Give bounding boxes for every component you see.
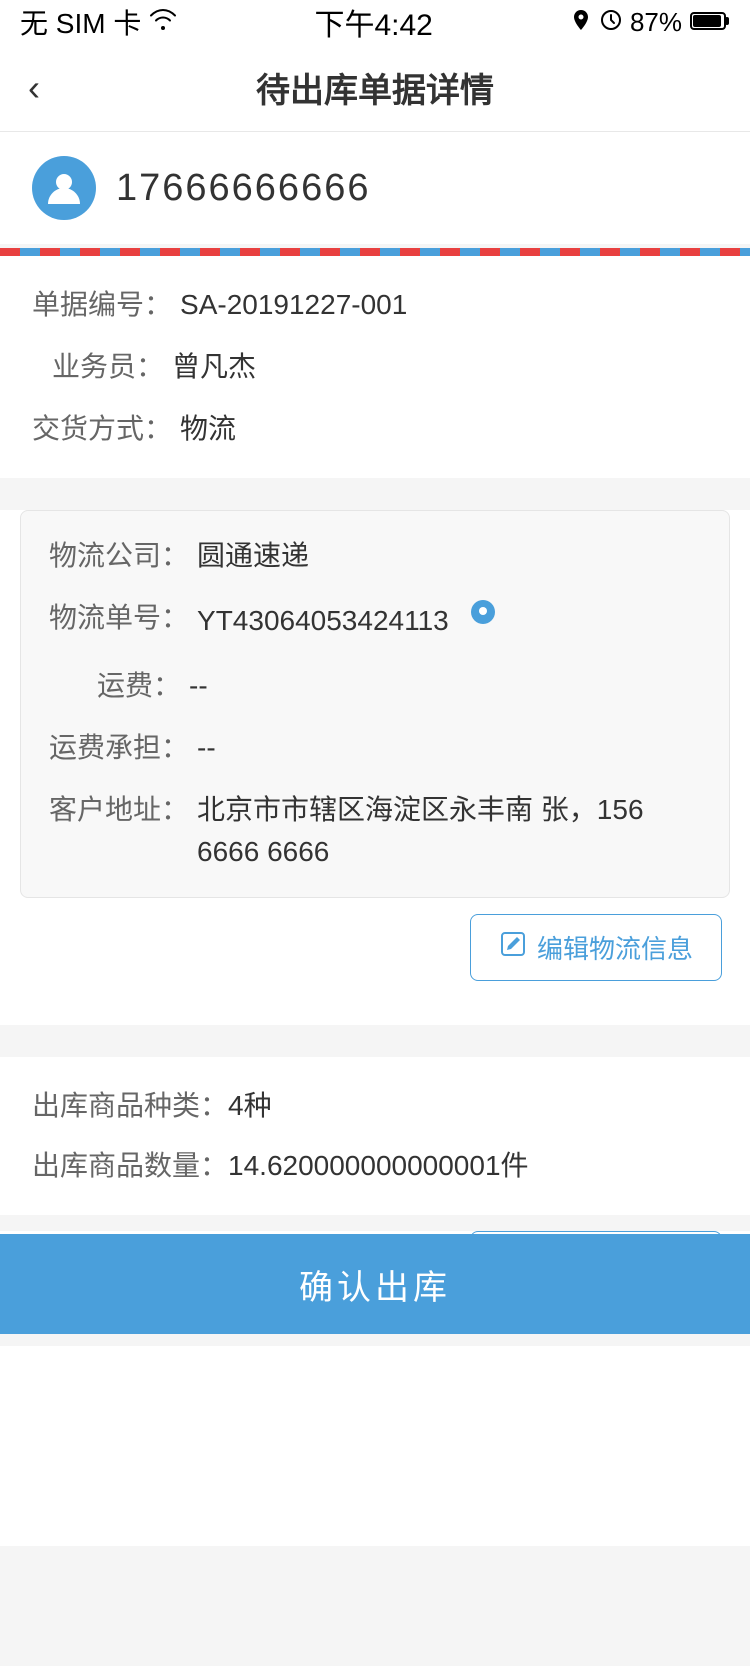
- products-quantity-label: 出库商品数量：: [32, 1145, 228, 1187]
- bottom-spacer: [0, 1346, 750, 1546]
- dashed-divider: [0, 248, 750, 256]
- products-quantity-value: 14.620000000000001件: [228, 1145, 529, 1187]
- status-left: 无 SIM 卡: [20, 2, 177, 42]
- logistics-freight-bear-value: --: [197, 727, 701, 769]
- customer-section: 17666666666: [0, 132, 750, 244]
- delivery-value: 物流: [180, 408, 718, 450]
- logistics-company-row: 物流公司： 圆通速递: [49, 535, 701, 577]
- logistics-freight-row: 运费： --: [49, 665, 701, 707]
- delivery-row: 交货方式： 物流: [32, 408, 718, 450]
- logistics-address-row: 客户地址： 北京市市辖区海淀区永丰南 张，156 6666 6666: [49, 789, 701, 873]
- location-icon: [570, 7, 592, 38]
- logistics-freight-bear-label: 运费承担：: [49, 727, 197, 769]
- confirm-outbound-label: 确认出库: [299, 1260, 451, 1309]
- battery-label: 87%: [630, 7, 682, 38]
- logistics-company-label: 物流公司：: [49, 535, 197, 577]
- staff-label: 业务员：: [32, 346, 172, 388]
- products-section: 出库商品种类： 4种 出库商品数量： 14.620000000000001件: [0, 1057, 750, 1215]
- delivery-label: 交货方式：: [32, 408, 180, 450]
- wifi-icon: [149, 8, 177, 37]
- order-id-row: 单据编号： SA-20191227-001: [32, 284, 718, 326]
- content-area: 17666666666 单据编号： SA-20191227-001 业务员： 曾…: [0, 132, 750, 1666]
- logistics-tracking-label: 物流单号：: [49, 597, 197, 639]
- edit-logistics-button[interactable]: 编辑物流信息: [470, 914, 722, 981]
- confirm-outbound-button[interactable]: 确认出库: [0, 1234, 750, 1334]
- status-bar: 无 SIM 卡 下午4:42 87%: [0, 0, 750, 44]
- section-divider: [0, 1041, 750, 1057]
- edit-icon: [499, 930, 527, 965]
- order-id-label: 单据编号：: [32, 284, 180, 326]
- back-button[interactable]: ‹: [28, 67, 40, 109]
- staff-row: 业务员： 曾凡杰: [32, 346, 718, 388]
- logistics-address-value: 北京市市辖区海淀区永丰南 张，156 6666 6666: [197, 789, 701, 873]
- staff-value: 曾凡杰: [172, 346, 718, 388]
- edit-btn-wrap: 编辑物流信息: [0, 898, 750, 1005]
- customer-phone: 17666666666: [116, 167, 370, 210]
- map-pin-icon[interactable]: [465, 597, 501, 645]
- products-type-label: 出库商品种类：: [32, 1085, 228, 1127]
- products-type-value: 4种: [228, 1085, 272, 1127]
- logistics-freight-value: --: [189, 665, 701, 707]
- logistics-freight-bear-row: 运费承担： --: [49, 727, 701, 769]
- logistics-tracking-value: YT43064053424113: [197, 597, 701, 645]
- logistics-inner: 物流公司： 圆通速递 物流单号： YT43064053424113: [20, 510, 730, 898]
- edit-logistics-label: 编辑物流信息: [537, 929, 693, 966]
- avatar: [32, 156, 96, 220]
- logistics-freight-label: 运费：: [49, 665, 189, 707]
- status-right: 87%: [570, 7, 730, 38]
- logistics-address-label: 客户地址：: [49, 789, 197, 831]
- products-type-row: 出库商品种类： 4种: [32, 1085, 718, 1127]
- nav-bar: ‹ 待出库单据详情: [0, 44, 750, 132]
- logistics-tracking-row: 物流单号： YT43064053424113: [49, 597, 701, 645]
- battery-icon: [690, 7, 730, 38]
- carrier-label: 无 SIM 卡: [20, 2, 141, 42]
- products-quantity-row: 出库商品数量： 14.620000000000001件: [32, 1145, 718, 1187]
- order-info-section: 单据编号： SA-20191227-001 业务员： 曾凡杰 交货方式： 物流: [0, 256, 750, 478]
- logistics-company-value: 圆通速递: [197, 535, 701, 577]
- clock-icon: [600, 7, 622, 38]
- logistics-card: 物流公司： 圆通速递 物流单号： YT43064053424113: [0, 494, 750, 1025]
- status-time: 下午4:42: [314, 0, 432, 44]
- page-title: 待出库单据详情: [256, 63, 494, 112]
- order-id-value: SA-20191227-001: [180, 284, 718, 326]
